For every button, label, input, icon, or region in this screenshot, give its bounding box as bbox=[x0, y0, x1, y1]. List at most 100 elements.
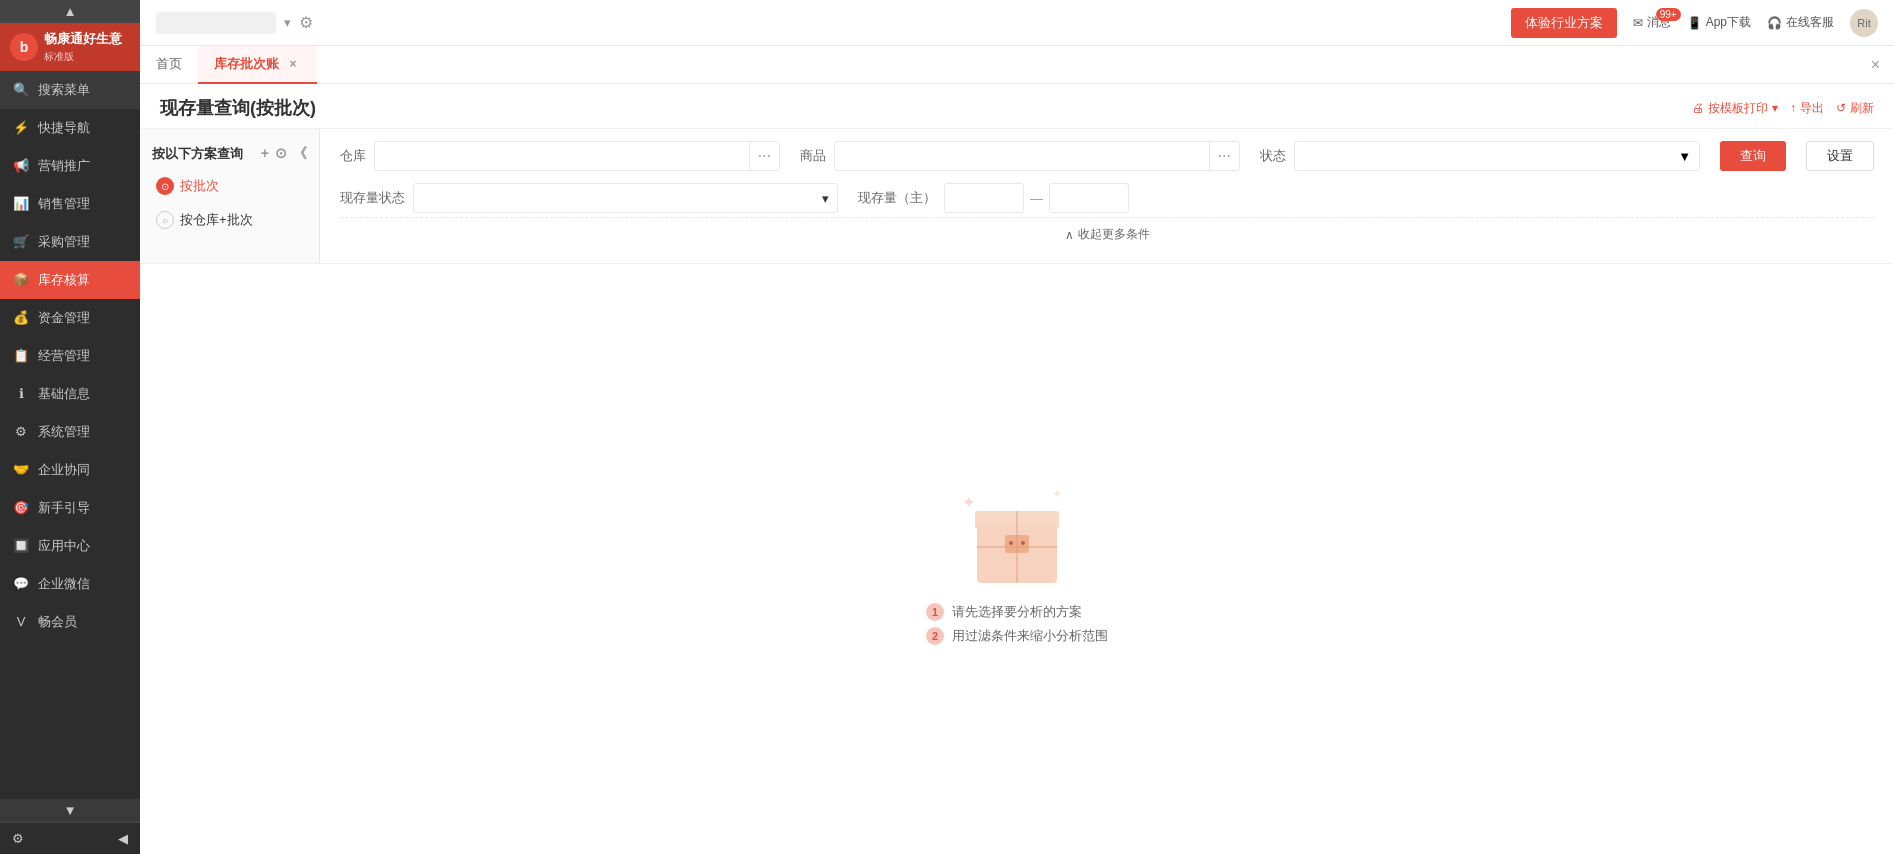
product-input-wrapper: ··· bbox=[834, 141, 1240, 171]
new-guide-icon: 🎯 bbox=[12, 499, 30, 517]
product-label: 商品 bbox=[800, 147, 826, 165]
top-header: ▾ ⚙ 体验行业方案 ✉ 消息 99+ 📱 App下载 🎧 在线客服 Rit bbox=[140, 0, 1894, 46]
product-dots-btn[interactable]: ··· bbox=[1209, 142, 1239, 170]
sidebar-item-app-center[interactable]: 🔲 应用中心 bbox=[0, 527, 140, 565]
sidebar-scroll-down[interactable]: ▼ bbox=[0, 799, 140, 822]
app-center-icon: 🔲 bbox=[12, 537, 30, 555]
product-input[interactable] bbox=[835, 144, 1209, 169]
page-title: 现存量查询(按批次) bbox=[160, 96, 316, 120]
warehouse-dots-btn[interactable]: ··· bbox=[749, 142, 779, 170]
print-template-btn[interactable]: 🖨 按模板打印 ▾ bbox=[1692, 100, 1778, 117]
tab-close-btn[interactable]: × bbox=[285, 56, 301, 72]
tabs-bar: 首页 库存批次账 × × bbox=[140, 46, 1894, 84]
filter-group-status: 状态 ▼ bbox=[1260, 141, 1700, 171]
user-avatar-btn[interactable]: Rit bbox=[1850, 9, 1878, 37]
sidebar-item-new-guide[interactable]: 🎯 新手引导 bbox=[0, 489, 140, 527]
export-btn[interactable]: ↑ 导出 bbox=[1790, 100, 1824, 117]
settings-gear-icon[interactable]: ⚙ bbox=[299, 13, 313, 32]
app-title: 畅康通好生意 标准版 bbox=[44, 31, 122, 63]
filter-sidebar: 按以下方案查询 + ⊙ 《 ⊙ 按批次 ○ 按仓库+批次 bbox=[140, 129, 320, 263]
hint-1-text: 请先选择要分析的方案 bbox=[952, 603, 1082, 621]
sidebar-item-search-menu[interactable]: 🔍 搜索菜单 bbox=[0, 71, 140, 109]
sidebar-item-vip-club[interactable]: V 畅会员 bbox=[0, 603, 140, 641]
print-dropdown-icon: ▾ bbox=[1772, 101, 1778, 115]
query-btn[interactable]: 查询 bbox=[1720, 141, 1786, 171]
refresh-icon: ↺ bbox=[1836, 101, 1846, 115]
print-icon: 🖨 bbox=[1692, 101, 1704, 115]
page-title-actions: 🖨 按模板打印 ▾ ↑ 导出 ↺ 刷新 bbox=[1692, 100, 1874, 117]
message-badge: 99+ bbox=[1656, 8, 1681, 21]
hint-2-text: 用过滤条件来缩小分析范围 bbox=[952, 627, 1108, 645]
tab-home[interactable]: 首页 bbox=[140, 46, 198, 84]
tab-close-right-btn[interactable]: × bbox=[1871, 56, 1880, 74]
qty-max-input[interactable] bbox=[1049, 183, 1129, 213]
stock-status-select[interactable]: ▾ bbox=[413, 183, 838, 213]
svg-text:✦: ✦ bbox=[962, 494, 975, 511]
tab-inventory-batch[interactable]: 库存批次账 × bbox=[198, 46, 317, 84]
scheme-item-warehouse-batch[interactable]: ○ 按仓库+批次 bbox=[140, 203, 319, 237]
online-service-btn[interactable]: 🎧 在线客服 bbox=[1767, 14, 1834, 31]
collapse-more-btn[interactable]: ∧ 收起更多条件 bbox=[340, 217, 1874, 251]
refresh-btn[interactable]: ↺ 刷新 bbox=[1836, 100, 1874, 117]
wechat-icon: 💬 bbox=[12, 575, 30, 593]
user-avatar: Rit bbox=[1850, 9, 1878, 37]
purchase-icon: 🛒 bbox=[12, 233, 30, 251]
experience-btn[interactable]: 体验行业方案 bbox=[1511, 8, 1617, 38]
scheme-settings-icon[interactable]: ⊙ bbox=[275, 145, 287, 163]
marketing-icon: 📢 bbox=[12, 157, 30, 175]
sidebar-scroll-up[interactable]: ▲ bbox=[0, 0, 140, 23]
sidebar-item-purchase-mgmt[interactable]: 🛒 采购管理 bbox=[0, 223, 140, 261]
phone-icon: 📱 bbox=[1687, 16, 1702, 30]
sidebar-item-finance-mgmt[interactable]: 💰 资金管理 bbox=[0, 299, 140, 337]
sidebar-header: b 畅康通好生意 标准版 bbox=[0, 23, 140, 71]
collapse-icon: ∧ bbox=[1065, 228, 1074, 242]
search-icon: 🔍 bbox=[12, 81, 30, 99]
system-icon: ⚙ bbox=[12, 423, 30, 441]
breadcrumb-input[interactable] bbox=[156, 12, 276, 34]
qty-min-input[interactable] bbox=[944, 183, 1024, 213]
sidebar-item-basic-info[interactable]: ℹ 基础信息 bbox=[0, 375, 140, 413]
filter-sidebar-header: 按以下方案查询 + ⊙ 《 bbox=[140, 139, 319, 169]
stock-qty-label: 现存量（主） bbox=[858, 189, 936, 207]
svg-point-4 bbox=[1021, 541, 1025, 545]
empty-state: ✦ ✦ 1 请先选择要分析的方案 2 用过滤条件来缩小分析范围 bbox=[140, 264, 1894, 854]
sidebar-item-ops-mgmt[interactable]: 📋 经营管理 bbox=[0, 337, 140, 375]
message-btn[interactable]: ✉ 消息 99+ bbox=[1633, 14, 1671, 31]
breadcrumb-dropdown-icon[interactable]: ▾ bbox=[284, 15, 291, 30]
sales-icon: 📊 bbox=[12, 195, 30, 213]
content-area: 现存量查询(按批次) 🖨 按模板打印 ▾ ↑ 导出 ↺ 刷新 bbox=[140, 84, 1894, 854]
sidebar-collapse-icon[interactable]: ◀ bbox=[118, 831, 128, 846]
filter-sidebar-actions: + ⊙ 《 bbox=[261, 145, 307, 163]
qty-range: — bbox=[944, 183, 1356, 213]
scheme-icon-inactive: ○ bbox=[156, 211, 174, 229]
message-icon: ✉ bbox=[1633, 16, 1643, 30]
svg-point-3 bbox=[1009, 541, 1013, 545]
headset-icon: 🎧 bbox=[1767, 16, 1782, 30]
filter-group-warehouse: 仓库 ··· bbox=[340, 141, 780, 171]
app-logo: b bbox=[10, 33, 38, 61]
sidebar-item-marketing[interactable]: 📢 营销推广 bbox=[0, 147, 140, 185]
sidebar-settings-icon[interactable]: ⚙ bbox=[12, 831, 24, 846]
sidebar-item-system-mgmt[interactable]: ⚙ 系统管理 bbox=[0, 413, 140, 451]
stock-status-label: 现存量状态 bbox=[340, 189, 405, 207]
basic-info-icon: ℹ bbox=[12, 385, 30, 403]
warehouse-label: 仓库 bbox=[340, 147, 366, 165]
scheme-item-batch[interactable]: ⊙ 按批次 bbox=[140, 169, 319, 203]
status-select[interactable]: ▼ bbox=[1294, 141, 1700, 171]
settings-btn[interactable]: 设置 bbox=[1806, 141, 1874, 171]
stock-status-dropdown-icon: ▾ bbox=[822, 191, 829, 206]
sidebar-item-enterprise-wechat[interactable]: 💬 企业微信 bbox=[0, 565, 140, 603]
status-label: 状态 bbox=[1260, 147, 1286, 165]
warehouse-input[interactable] bbox=[375, 144, 749, 169]
filter-form: 仓库 ··· 商品 ··· bbox=[320, 129, 1894, 263]
app-download-btn[interactable]: 📱 App下载 bbox=[1687, 14, 1751, 31]
collapse-sidebar-icon[interactable]: 《 bbox=[293, 145, 307, 163]
sidebar-item-quick-nav[interactable]: ⚡ 快捷导航 bbox=[0, 109, 140, 147]
sidebar-item-sales-mgmt[interactable]: 📊 销售管理 bbox=[0, 185, 140, 223]
quick-nav-icon: ⚡ bbox=[12, 119, 30, 137]
empty-hint-1: 1 请先选择要分析的方案 bbox=[926, 603, 1108, 621]
sidebar-item-inventory-audit[interactable]: 📦 库存核算 bbox=[0, 261, 140, 299]
sidebar-item-enterprise-coop[interactable]: 🤝 企业协同 bbox=[0, 451, 140, 489]
sidebar-nav: ⚡ 快捷导航 📢 营销推广 📊 销售管理 🛒 采购管理 📦 库存核算 💰 资金管… bbox=[0, 109, 140, 799]
add-scheme-btn[interactable]: + bbox=[261, 145, 269, 163]
